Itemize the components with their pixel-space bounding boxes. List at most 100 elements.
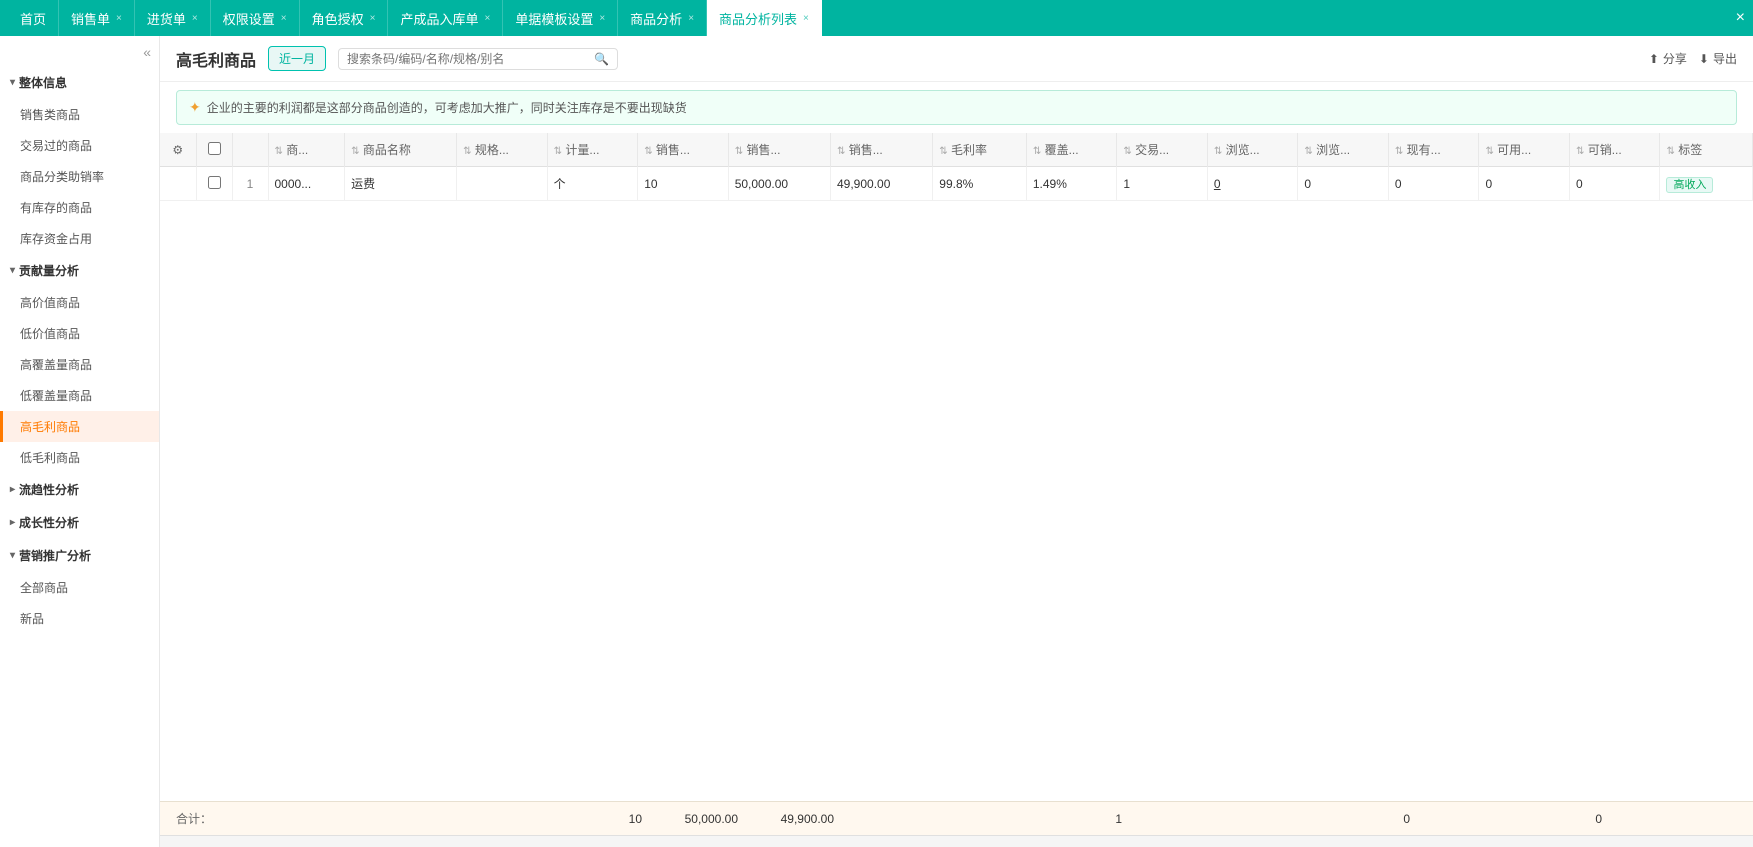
col-header-browse2[interactable]: ⇅ 浏览... [1298,133,1389,167]
cell-current: 0 [1388,167,1479,201]
main-layout: « ▾整体信息销售类商品交易过的商品商品分类助销率有库存的商品库存资金占用▾贡献… [0,36,1753,847]
col-header-trade[interactable]: ⇅ 交易... [1117,133,1208,167]
sort-icon: ⇅ [554,146,562,157]
col-header-check[interactable] [196,133,232,167]
group-arrow-icon: ▸ [10,484,15,495]
sidebar-group: ▾营销推广分析全部商品新品 [0,539,159,634]
sort-icon: ⇅ [837,146,845,157]
sidebar-item[interactable]: 高毛利商品 [0,411,159,442]
tab-close-icon[interactable]: × [370,13,376,24]
share-button[interactable]: ⬆ 分享 [1649,50,1687,67]
tab-close-icon[interactable]: × [192,13,198,24]
col-header-name[interactable]: ⇅ 商品名称 [345,133,457,167]
cell-available: 0 [1479,167,1570,201]
filter-button[interactable]: 近一月 [268,46,326,71]
tab-close-icon[interactable]: × [599,13,605,24]
nav-tab-角色授权[interactable]: 角色授权× [300,0,389,36]
sort-icon: ⇅ [1485,146,1493,157]
browse1-link[interactable]: 0 [1214,177,1221,191]
search-input[interactable] [347,52,590,66]
sidebar-item[interactable]: 销售类商品 [0,99,159,130]
col-header-tag[interactable]: ⇅ 标签 [1660,133,1753,167]
cell-check[interactable] [196,167,232,201]
search-icon[interactable]: 🔍 [594,52,609,66]
nav-tab-首页[interactable]: 首页 [8,0,59,36]
share-icon: ⬆ [1649,52,1659,66]
cell-spec [457,167,548,201]
tag-badge: 高收入 [1666,177,1713,193]
sort-icon: ⇅ [1304,146,1312,157]
close-all-button[interactable]: × [1736,9,1745,27]
search-box: 🔍 [338,48,618,70]
select-all-checkbox[interactable] [208,142,221,155]
sort-icon: ⇅ [351,146,359,157]
cell-sale1: 10 [638,167,729,201]
tab-close-icon[interactable]: × [281,13,287,24]
row-checkbox[interactable] [208,176,221,189]
col-header-num[interactable] [232,133,268,167]
header-actions: ⬆ 分享 ⬇ 导出 [1649,50,1737,67]
col-header-sale1[interactable]: ⇅ 销售... [638,133,729,167]
tab-close-icon[interactable]: × [116,13,122,24]
sort-icon: ⇅ [1123,146,1131,157]
group-arrow-icon: ▾ [10,550,15,561]
sidebar-item[interactable]: 低覆盖量商品 [0,380,159,411]
sidebar-item[interactable]: 新品 [0,603,159,634]
nav-tab-label: 商品分析 [630,9,682,28]
nav-tab-label: 商品分析列表 [719,9,797,28]
col-header-browse1[interactable]: ⇅ 浏览... [1207,133,1298,167]
bottom-scrollbar[interactable] [160,835,1753,847]
nav-tab-销售单[interactable]: 销售单× [59,0,135,36]
tab-close-icon[interactable]: × [484,13,490,24]
nav-tab-单据模板设置[interactable]: 单据模板设置× [503,0,618,36]
sidebar-item[interactable]: 全部商品 [0,572,159,603]
sidebar-item[interactable]: 库存资金占用 [0,223,159,254]
sidebar-item[interactable]: 高覆盖量商品 [0,349,159,380]
col-header-sellable[interactable]: ⇅ 可销... [1569,133,1660,167]
cell-num: 1 [232,167,268,201]
sidebar-group-title[interactable]: ▾贡献量分析 [0,254,159,287]
sidebar-item[interactable]: 交易过的商品 [0,130,159,161]
export-icon: ⬇ [1699,52,1709,66]
col-header-gross[interactable]: ⇅ 毛利率 [933,133,1027,167]
table-footer: 合计： 10 50,000.00 49,900.00 1 0 0 [160,801,1753,835]
col-header-spec[interactable]: ⇅ 规格... [457,133,548,167]
col-header-available[interactable]: ⇅ 可用... [1479,133,1570,167]
nav-tab-产成品入库单[interactable]: 产成品入库单× [388,0,503,36]
sidebar-group-title[interactable]: ▸成长性分析 [0,506,159,539]
group-arrow-icon: ▸ [10,517,15,528]
export-button[interactable]: ⬇ 导出 [1699,50,1737,67]
col-header-unit[interactable]: ⇅ 计量... [547,133,638,167]
sidebar-item[interactable]: 高价值商品 [0,287,159,318]
footer-sellable: 0 [1528,812,1608,826]
cell-trade: 1 [1117,167,1208,201]
sidebar-group-title[interactable]: ▸流趋性分析 [0,473,159,506]
nav-tab-商品分析列表[interactable]: 商品分析列表 × [707,0,822,36]
group-arrow-icon: ▾ [10,265,15,276]
sidebar-item[interactable]: 有库存的商品 [0,192,159,223]
cell-cover: 1.49% [1026,167,1117,201]
tab-close-icon[interactable]: × [688,13,694,24]
sort-icon: ⇅ [1033,146,1041,157]
sidebar-item[interactable]: 商品分类助销率 [0,161,159,192]
sidebar-item[interactable]: 低毛利商品 [0,442,159,473]
sidebar-collapse-button[interactable]: « [143,44,151,60]
nav-tab-商品分析[interactable]: 商品分析 × [618,0,707,36]
cell-browse1: 0 [1207,167,1298,201]
settings-icon[interactable]: ⚙ [172,143,183,157]
cell-name: 运费 [345,167,457,201]
table-container[interactable]: ⚙⇅ 商...⇅ 商品名称⇅ 规格...⇅ 计量...⇅ 销售...⇅ 销售..… [160,133,1753,801]
col-header-settings[interactable]: ⚙ [160,133,196,167]
nav-tab-权限设置[interactable]: 权限设置× [211,0,300,36]
col-header-sale2[interactable]: ⇅ 销售... [728,133,830,167]
sidebar-group-title[interactable]: ▾营销推广分析 [0,539,159,572]
col-header-code[interactable]: ⇅ 商... [268,133,345,167]
col-header-current[interactable]: ⇅ 现有... [1388,133,1479,167]
nav-tab-进货单[interactable]: 进货单× [135,0,211,36]
tab-close-icon[interactable]: × [803,13,809,24]
col-header-cover[interactable]: ⇅ 覆盖... [1026,133,1117,167]
sidebar-item[interactable]: 低价值商品 [0,318,159,349]
data-table: ⚙⇅ 商...⇅ 商品名称⇅ 规格...⇅ 计量...⇅ 销售...⇅ 销售..… [160,133,1753,201]
sidebar-group-title[interactable]: ▾整体信息 [0,66,159,99]
col-header-sale3[interactable]: ⇅ 销售... [830,133,932,167]
